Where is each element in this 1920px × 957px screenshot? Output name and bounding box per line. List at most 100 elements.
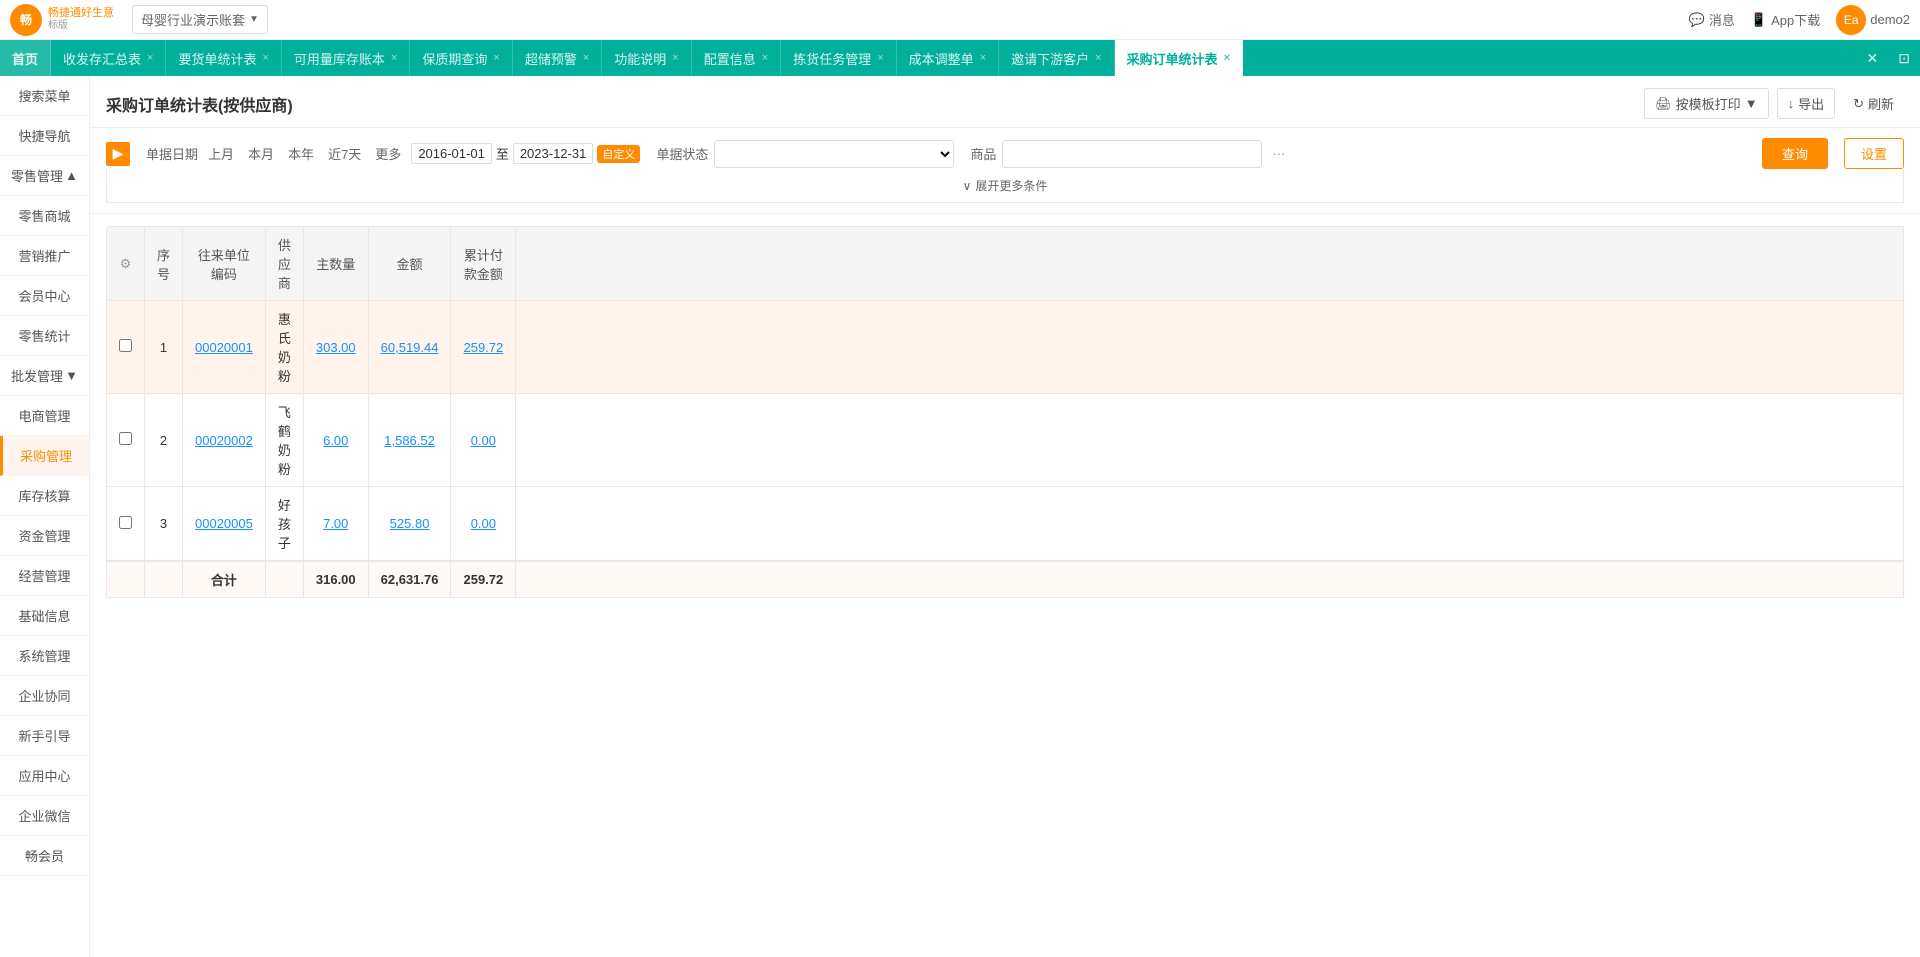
query-button[interactable]: 查询 xyxy=(1762,138,1828,169)
message-btn[interactable]: 💬 消息 xyxy=(1689,10,1735,29)
sidebar-item-inventory[interactable]: 库存核算 xyxy=(0,476,89,516)
page-title: 采购订单统计表(按供应商) xyxy=(106,92,293,116)
goods-label: 商品 xyxy=(970,144,996,163)
sidebar-item-system[interactable]: 系统管理 xyxy=(0,636,89,676)
expand-more-row[interactable]: ∨ 展开更多条件 xyxy=(106,169,1904,203)
sidebar-item-wechat[interactable]: 企业微信 xyxy=(0,796,89,836)
close-icon[interactable]: × xyxy=(493,52,499,64)
sidebar-item-marketing[interactable]: 营销推广 xyxy=(0,236,89,276)
date-label: 单据日期 xyxy=(146,144,198,163)
settings-button[interactable]: 设置 xyxy=(1844,138,1904,169)
sidebar-item-retail-stat[interactable]: 零售统计 xyxy=(0,316,89,356)
shortcut-this-year[interactable]: 本年 xyxy=(284,142,318,165)
col-header-num: 序号 xyxy=(145,227,183,301)
sidebar-item-collab[interactable]: 企业协同 xyxy=(0,676,89,716)
filter-toggle-btn[interactable]: ▶ xyxy=(106,142,130,166)
main-content: 采购订单统计表(按供应商) 🖨 按模板打印 ▼ ↓ 导出 ↻ 刷新 xyxy=(90,76,1920,957)
sidebar-item-purchase[interactable]: 采购管理 xyxy=(0,436,89,476)
date-to[interactable]: 2023-12-31 xyxy=(513,143,594,164)
tab-gongneng[interactable]: 功能说明 × xyxy=(602,40,691,76)
shortcut-this-month[interactable]: 本月 xyxy=(244,142,278,165)
refresh-icon: ↻ xyxy=(1853,96,1864,112)
row-paid[interactable]: 259.72 xyxy=(451,301,516,394)
col-header-code: 往来单位编码 xyxy=(183,227,266,301)
refresh-button[interactable]: ↻ 刷新 xyxy=(1843,89,1904,118)
sidebar-item-quick[interactable]: 快捷导航 xyxy=(0,116,89,156)
workspace-selector[interactable]: 母婴行业演示账套 ▼ xyxy=(132,5,268,34)
arrow-right-icon: ▶ xyxy=(113,145,124,162)
close-all-btn[interactable]: ✕ xyxy=(1857,40,1889,76)
close-icon[interactable]: × xyxy=(147,52,153,64)
export-button[interactable]: ↓ 导出 xyxy=(1777,88,1836,119)
close-icon[interactable]: × xyxy=(583,52,589,64)
row-amount[interactable]: 60,519.44 xyxy=(368,301,451,394)
status-select[interactable] xyxy=(714,140,954,168)
row-amount[interactable]: 525.80 xyxy=(368,487,451,562)
row-code[interactable]: 00020002 xyxy=(183,394,266,487)
close-icon[interactable]: × xyxy=(877,52,883,64)
row-quantity[interactable]: 303.00 xyxy=(303,301,368,394)
sidebar-item-operation[interactable]: 经营管理 xyxy=(0,556,89,596)
sidebar-item-basic[interactable]: 基础信息 xyxy=(0,596,89,636)
col-header-settings[interactable]: ⚙ xyxy=(107,227,145,301)
footer-empty-1 xyxy=(107,561,145,598)
tab-jianhuo[interactable]: 拣货任务管理 × xyxy=(781,40,896,76)
sidebar-item-finance[interactable]: 资金管理 xyxy=(0,516,89,556)
filter-date-item: 单据日期 上月 本月 本年 近7天 更多 2016-01-01 至 2023-1… xyxy=(146,142,640,165)
row-code[interactable]: 00020005 xyxy=(183,487,266,562)
goods-input[interactable] xyxy=(1002,140,1262,168)
sidebar-item-mall[interactable]: 零售商城 xyxy=(0,196,89,236)
shortcut-more[interactable]: 更多 xyxy=(371,142,405,165)
tab-home[interactable]: 首页 xyxy=(0,40,51,76)
close-icon[interactable]: × xyxy=(262,52,268,64)
sidebar-item-retail[interactable]: 零售管理 ▲ xyxy=(0,156,89,196)
date-from[interactable]: 2016-01-01 xyxy=(411,143,492,164)
row-num: 2 xyxy=(145,394,183,487)
row-paid[interactable]: 0.00 xyxy=(451,394,516,487)
user-menu[interactable]: Ea demo2 xyxy=(1836,5,1910,35)
app-download-btn[interactable]: 📱 App下载 xyxy=(1751,10,1820,29)
sidebar-item-member[interactable]: 会员中心 xyxy=(0,276,89,316)
shortcut-last-month[interactable]: 上月 xyxy=(204,142,238,165)
row-paid[interactable]: 0.00 xyxy=(451,487,516,562)
tab-baozhiqi[interactable]: 保质期查询 × xyxy=(410,40,512,76)
date-custom-tag[interactable]: 自定义 xyxy=(597,145,640,163)
row-code[interactable]: 00020001 xyxy=(183,301,266,394)
tab-peizhi[interactable]: 配置信息 × xyxy=(692,40,781,76)
sidebar-item-guide[interactable]: 新手引导 xyxy=(0,716,89,756)
tab-keyong[interactable]: 可用量库存账本 × xyxy=(282,40,410,76)
row-quantity[interactable]: 6.00 xyxy=(303,394,368,487)
close-icon[interactable]: × xyxy=(391,52,397,64)
more-icon[interactable]: ··· xyxy=(1268,146,1289,161)
tab-chengben[interactable]: 成本调整单 × xyxy=(897,40,999,76)
row-quantity[interactable]: 7.00 xyxy=(303,487,368,562)
sidebar-item-ecommerce[interactable]: 电商管理 xyxy=(0,396,89,436)
maximize-btn[interactable]: ⊡ xyxy=(1888,40,1920,76)
settings-icon[interactable]: ⚙ xyxy=(120,256,132,271)
sidebar-item-wholesale[interactable]: 批发管理 ▼ xyxy=(0,356,89,396)
close-icon[interactable]: × xyxy=(672,52,678,64)
tab-yaohuo[interactable]: 要货单统计表 × xyxy=(166,40,281,76)
close-icon[interactable]: × xyxy=(1095,52,1101,64)
logo-text: 畅捷通好生意 标版 xyxy=(48,7,114,32)
close-icon[interactable]: × xyxy=(980,52,986,64)
sidebar-item-app-center[interactable]: 应用中心 xyxy=(0,756,89,796)
row-checkbox[interactable] xyxy=(107,301,145,394)
row-amount[interactable]: 1,586.52 xyxy=(368,394,451,487)
row-supplier: 好孩子 xyxy=(265,487,303,562)
row-checkbox[interactable] xyxy=(107,487,145,562)
sidebar-item-vip[interactable]: 畅会员 xyxy=(0,836,89,876)
row-checkbox[interactable] xyxy=(107,394,145,487)
print-button[interactable]: 🖨 按模板打印 ▼ xyxy=(1644,88,1768,119)
table-row: 2 00020002 飞鹤奶粉 6.00 1,586.52 0.00 xyxy=(107,394,1904,487)
close-icon[interactable]: × xyxy=(762,52,768,64)
tab-yaoqing[interactable]: 邀请下游客户 × xyxy=(999,40,1114,76)
sidebar-item-search[interactable]: 搜索菜单 xyxy=(0,76,89,116)
shortcut-7days[interactable]: 近7天 xyxy=(324,142,365,165)
chevron-down-icon: ▼ xyxy=(249,14,259,25)
row-extra xyxy=(516,394,1904,487)
tab-caigou-active[interactable]: 采购订单统计表 × xyxy=(1115,40,1243,76)
tab-shoufacun[interactable]: 收发存汇总表 × xyxy=(51,40,166,76)
close-icon[interactable]: × xyxy=(1224,52,1230,64)
tab-chaochu[interactable]: 超储预警 × xyxy=(513,40,602,76)
